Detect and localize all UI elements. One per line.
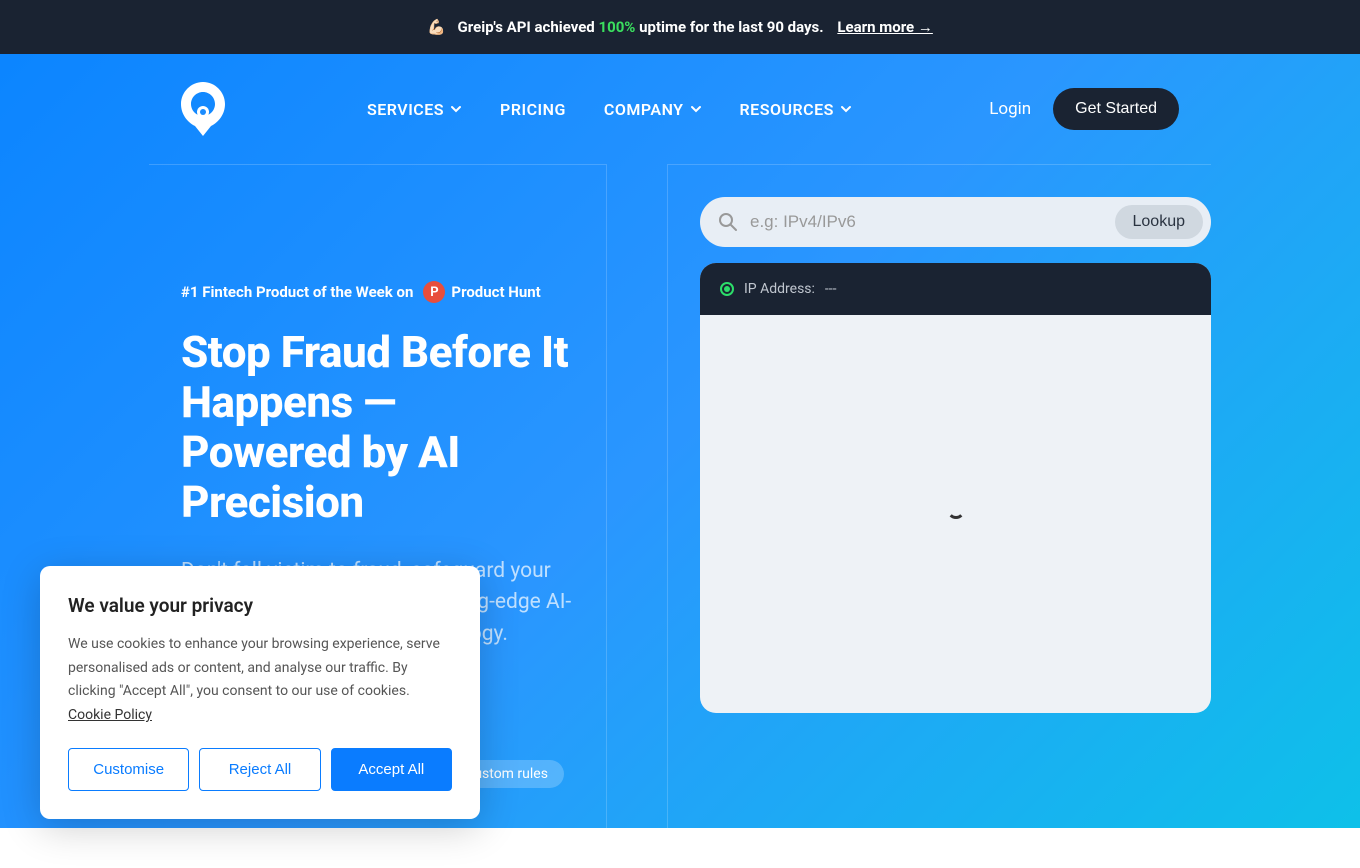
chevron-down-icon [840, 103, 852, 115]
chevron-down-icon [450, 103, 462, 115]
ip-address-label: IP Address: [744, 281, 815, 297]
main-nav: SERVICES PRICING COMPANY RESOURCES Login… [149, 54, 1211, 164]
lookup-button[interactable]: Lookup [1115, 205, 1204, 239]
cookie-consent-modal: We value your privacy We use cookies to … [40, 566, 480, 819]
tagline-text: #1 Fintech Product of the Week on [181, 283, 413, 301]
result-body [700, 315, 1211, 705]
ip-lookup-widget: Lookup IP Address: --- [667, 164, 1211, 868]
flex-emoji: 💪🏻 [427, 18, 446, 36]
announcement-bar: 💪🏻 Greip's API achieved 100% uptime for … [0, 0, 1360, 54]
announcement-highlight: 100% [598, 18, 635, 36]
cookie-body: We use cookies to enhance your browsing … [68, 633, 452, 728]
chevron-down-icon [690, 103, 702, 115]
hero-headline: Stop Fraud Before It Happens — Powered b… [181, 327, 574, 528]
announcement-prefix: Greip's API achieved [458, 18, 599, 36]
cookie-accept-button[interactable]: Accept All [331, 748, 452, 791]
nav-services[interactable]: SERVICES [367, 100, 462, 119]
status-indicator-icon [720, 282, 734, 296]
product-hunt-tagline: #1 Fintech Product of the Week on P Prod… [181, 281, 574, 303]
nav-pricing[interactable]: PRICING [500, 100, 566, 119]
cookie-reject-button[interactable]: Reject All [199, 748, 320, 791]
nav-company-label: COMPANY [604, 100, 684, 119]
cookie-policy-link[interactable]: Cookie Policy [68, 707, 152, 723]
nav-resources[interactable]: RESOURCES [740, 100, 852, 119]
nav-resources-label: RESOURCES [740, 100, 834, 119]
login-link[interactable]: Login [989, 99, 1031, 119]
nav-pricing-label: PRICING [500, 100, 566, 119]
lookup-result-panel: IP Address: --- [700, 263, 1211, 713]
get-started-button[interactable]: Get Started [1053, 88, 1179, 130]
announcement-suffix: uptime for the last 90 days. [635, 18, 823, 36]
product-hunt-label: Product Hunt [451, 283, 540, 301]
cookie-actions: Customise Reject All Accept All [68, 748, 452, 791]
brand-logo[interactable] [181, 82, 225, 136]
footer-strip [0, 828, 1360, 868]
search-icon [718, 212, 738, 232]
product-hunt-icon: P [423, 281, 445, 303]
loading-spinner-icon [947, 501, 965, 519]
result-header: IP Address: --- [700, 263, 1211, 315]
ip-address-value: --- [825, 281, 837, 297]
product-hunt-badge[interactable]: P Product Hunt [423, 281, 540, 303]
cookie-customise-button[interactable]: Customise [68, 748, 189, 791]
nav-company[interactable]: COMPANY [604, 100, 702, 119]
cookie-body-text: We use cookies to enhance your browsing … [68, 636, 440, 700]
search-box: Lookup [700, 197, 1211, 247]
ip-search-input[interactable] [750, 212, 1115, 232]
announcement-learn-more-link[interactable]: Learn more → [837, 18, 933, 36]
nav-services-label: SERVICES [367, 100, 444, 119]
cookie-title: We value your privacy [68, 594, 452, 617]
